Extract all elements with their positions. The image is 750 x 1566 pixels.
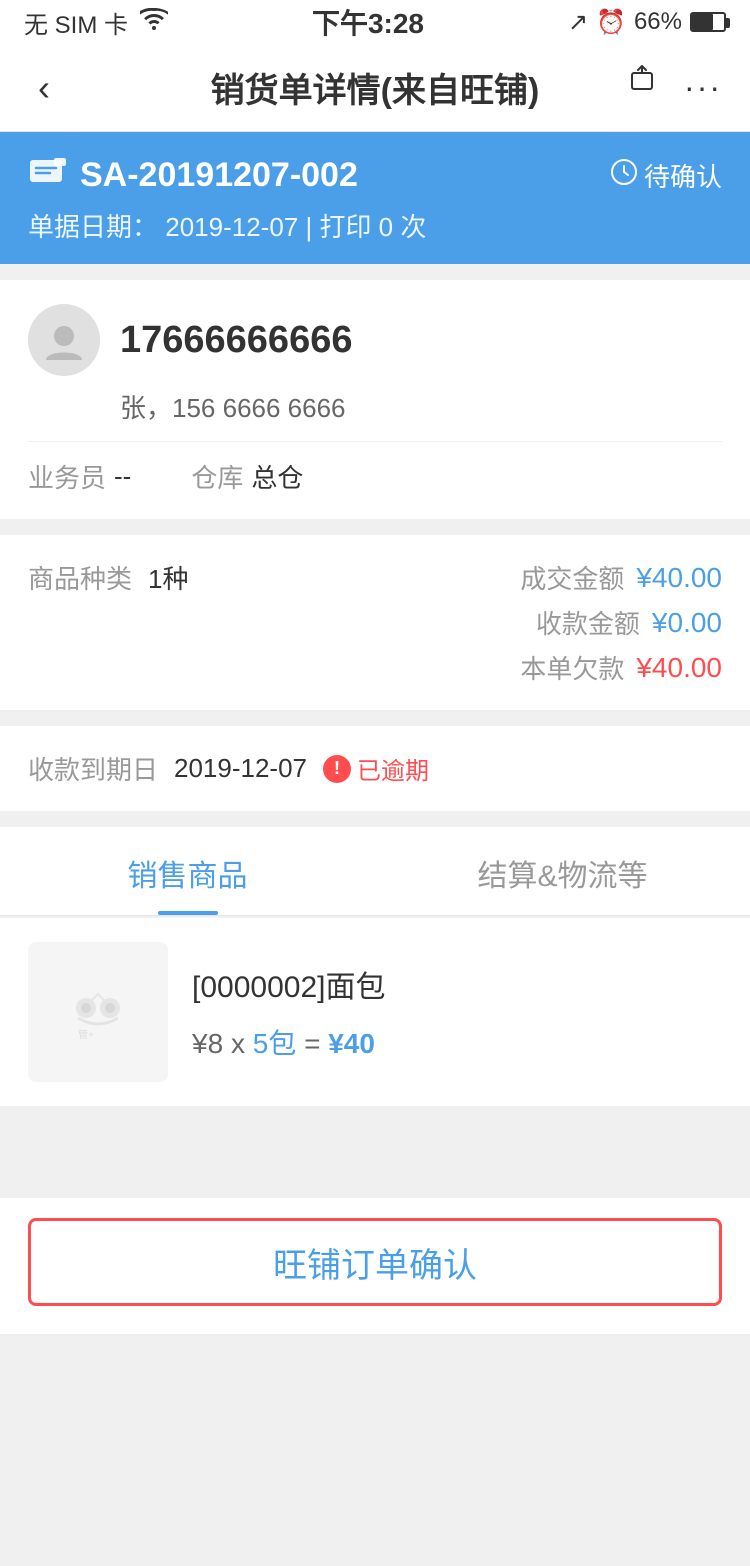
product-thumbnail: 管+ <box>28 942 168 1082</box>
carrier-text: 无 SIM 卡 <box>24 5 128 40</box>
battery-text: 66% <box>634 8 682 36</box>
confirm-button[interactable]: 旺铺订单确认 <box>28 1218 722 1306</box>
product-info: [0000002]面包 ¥8 x 5包 = ¥40 <box>192 962 722 1062</box>
order-status-text: 待确认 <box>644 157 722 194</box>
alarm-icon: ⏰ <box>596 8 626 37</box>
sales-rep-item: 业务员 -- <box>28 458 131 495</box>
owed-value: ¥40.00 <box>636 652 722 684</box>
product-type-value: 1种 <box>148 559 188 596</box>
owed-row: 本单欠款 ¥40.00 <box>520 649 722 686</box>
share-button[interactable] <box>624 65 660 110</box>
tab-products-label: 销售商品 <box>128 860 248 893</box>
summary-left: 商品种类 1种 <box>28 559 188 596</box>
status-bar-time: 下午3:28 <box>312 2 424 42</box>
clock-icon <box>610 158 638 193</box>
collected-label: 收款金额 <box>536 604 640 641</box>
confirm-btn-container: 旺铺订单确认 <box>0 1198 750 1334</box>
divider-1 <box>28 441 722 442</box>
amount-value: ¥40.00 <box>636 562 722 594</box>
tab-settlement[interactable]: 结算&物流等 <box>375 827 750 915</box>
warehouse-label: 仓库 <box>191 458 243 495</box>
order-icon <box>28 156 68 195</box>
order-status: 待确认 <box>610 157 722 194</box>
collected-value: ¥0.00 <box>652 607 722 639</box>
status-bar: 无 SIM 卡 下午3:28 ↗ ⏰ 66% <box>0 0 750 44</box>
amount-label: 成交金额 <box>520 559 624 596</box>
product-section: 管+ [0000002]面包 ¥8 x 5包 = ¥40 <box>0 918 750 1106</box>
status-bar-right: ↗ ⏰ 66% <box>568 8 726 37</box>
overdue-badge: ! 已逾期 <box>323 751 429 786</box>
order-date-row: 单据日期： 2019-12-07 | 打印 0 次 <box>28 207 722 244</box>
print-info: | 打印 0 次 <box>305 212 426 242</box>
customer-phone-row: 17666666666 <box>28 304 722 376</box>
summary-section: 商品种类 1种 成交金额 ¥40.00 收款金额 ¥0.00 本单欠款 ¥40.… <box>0 535 750 710</box>
battery-icon <box>690 12 726 32</box>
order-date-label: 单据日期： <box>28 212 158 242</box>
customer-meta: 业务员 -- 仓库 总仓 <box>28 458 722 495</box>
tabs-row: 销售商品 结算&物流等 <box>0 827 750 916</box>
customer-name: 张，156 6666 6666 <box>120 388 722 425</box>
amount-row: 成交金额 ¥40.00 <box>520 559 722 596</box>
due-label: 收款到期日 <box>28 750 158 787</box>
order-id-container: SA-20191207-002 <box>28 156 358 195</box>
overdue-icon: ! <box>323 755 351 783</box>
tab-products[interactable]: 销售商品 <box>0 827 375 915</box>
product-type-label: 商品种类 <box>28 559 132 596</box>
svg-text:管+: 管+ <box>78 1028 94 1041</box>
product-multiply: x <box>231 1028 245 1059</box>
product-price: ¥8 <box>192 1028 223 1059</box>
warehouse-item: 仓库 总仓 <box>191 458 303 495</box>
back-button[interactable]: ‹ <box>28 57 60 119</box>
location-icon: ↗ <box>568 8 588 37</box>
tabs-section: 销售商品 结算&物流等 <box>0 827 750 916</box>
page-title: 销货单详情(来自旺铺) <box>211 63 540 112</box>
sales-rep-label: 业务员 <box>28 458 106 495</box>
customer-section: 17666666666 张，156 6666 6666 业务员 -- 仓库 总仓 <box>0 280 750 519</box>
product-price-row: ¥8 x 5包 = ¥40 <box>192 1022 722 1062</box>
product-qty: 5包 <box>253 1028 297 1059</box>
warehouse-value: 总仓 <box>251 458 303 495</box>
status-bar-left: 无 SIM 卡 <box>24 5 168 40</box>
product-total: ¥40 <box>328 1028 375 1059</box>
nav-actions: ··· <box>624 65 722 110</box>
order-id-text: SA-20191207-002 <box>80 156 358 195</box>
sales-rep-value: -- <box>114 461 131 492</box>
collected-row: 收款金额 ¥0.00 <box>536 604 722 641</box>
nav-bar: ‹ 销货单详情(来自旺铺) ··· <box>0 44 750 132</box>
overdue-text: 已逾期 <box>357 751 429 786</box>
customer-avatar <box>28 304 100 376</box>
order-header: SA-20191207-002 待确认 单据日期： 2019-12-07 | 打… <box>0 132 750 264</box>
due-section: 收款到期日 2019-12-07 ! 已逾期 <box>0 726 750 811</box>
more-button[interactable]: ··· <box>684 69 722 106</box>
tab-settlement-label: 结算&物流等 <box>477 860 647 893</box>
owed-label: 本单欠款 <box>520 649 624 686</box>
product-name: [0000002]面包 <box>192 962 722 1006</box>
due-date: 2019-12-07 <box>174 753 307 784</box>
wifi-icon <box>140 8 168 37</box>
product-type-row: 商品种类 1种 <box>28 559 188 596</box>
customer-phone: 17666666666 <box>120 319 352 362</box>
summary-right: 成交金额 ¥40.00 收款金额 ¥0.00 本单欠款 ¥40.00 <box>520 559 722 686</box>
order-date-value: 2019-12-07 <box>165 212 298 242</box>
